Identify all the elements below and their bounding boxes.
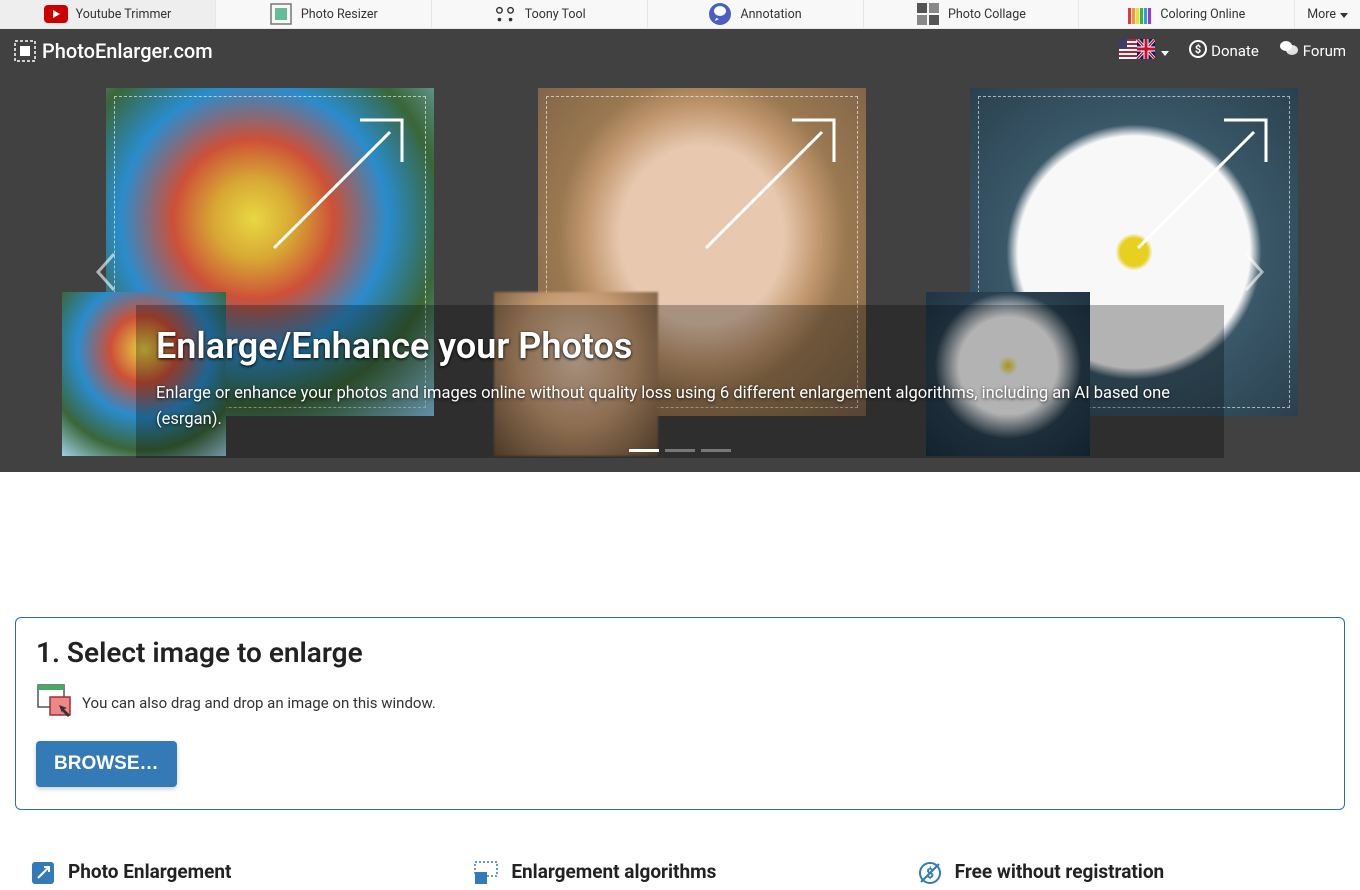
enlarge-square-icon [30,860,56,886]
tool-link-annotation[interactable]: Annotation [648,0,864,28]
header-bar: PhotoEnlarger.com $ Donate Forum [0,29,1360,72]
enlarge-arrow-icon [270,112,410,252]
donate-icon: $ [1189,40,1207,62]
carousel-subtitle: Enlarge or enhance your photos and image… [156,381,1204,432]
feature-title: Photo Enlargement [68,860,231,883]
caret-down-icon [1161,41,1169,60]
feature-title: Free without registration [955,860,1165,883]
drag-drop-icon [36,683,76,723]
brand-text: PhotoEnlarger.com [42,39,213,63]
select-hint: You can also drag and drop an image on t… [36,683,1324,723]
donate-label: Donate [1211,42,1259,60]
annotation-icon [708,2,732,26]
coloring-icon [1128,2,1152,26]
tool-label: Photo Resizer [301,7,378,22]
tool-label: Annotation [740,7,801,22]
tool-link-coloring-online[interactable]: Coloring Online [1079,0,1295,28]
tool-label: Toony Tool [525,7,586,22]
collage-icon [916,2,940,26]
chevron-left-icon [94,252,118,292]
browse-button[interactable]: BROWSE… [36,741,177,787]
forum-link[interactable]: Forum [1279,40,1346,62]
top-toolbar: Youtube Trimmer Photo Resizer Toony Tool… [0,0,1360,29]
carousel-next-button[interactable] [1234,252,1274,292]
feature-title: Enlargement algorithms [511,860,716,883]
carousel-title: Enlarge/Enhance your Photos [156,325,1204,367]
donate-link[interactable]: $ Donate [1189,40,1259,62]
carousel-prev-button[interactable] [86,252,126,292]
tool-link-toony-tool[interactable]: Toony Tool [432,0,648,28]
ad-spacer [0,472,1360,617]
tool-more-label: More [1307,7,1336,22]
forum-icon [1279,40,1299,62]
enlarge-arrow-icon [702,112,842,252]
select-hint-text: You can also drag and drop an image on t… [82,694,436,712]
youtube-icon [44,2,68,26]
header-right: $ Donate Forum [1119,39,1346,63]
features-row: Photo Enlargement Enlargement algorithms… [0,810,1360,886]
tool-link-photo-resizer[interactable]: Photo Resizer [216,0,432,28]
chevron-right-icon [1242,252,1266,292]
carousel-caption: Enlarge/Enhance your Photos Enlarge or e… [136,305,1224,458]
carousel-indicator-0[interactable] [629,449,659,452]
forum-label: Forum [1303,42,1346,60]
flag-us-uk-icon [1119,39,1155,63]
select-heading: 1. Select image to enlarge [36,636,1324,669]
carousel-indicator-2[interactable] [701,449,731,452]
tool-more-dropdown[interactable]: More [1295,0,1360,28]
select-image-panel: 1. Select image to enlarge You can also … [15,617,1345,810]
feature-enlargement-algorithms: Enlargement algorithms [473,860,886,886]
resize-icon [269,2,293,26]
brand-link[interactable]: PhotoEnlarger.com [14,39,213,63]
tool-label: Youtube Trimmer [76,7,172,22]
feature-photo-enlargement: Photo Enlargement [30,860,443,886]
feature-free: $ Free without registration [917,860,1330,886]
free-icon: $ [917,860,943,886]
algorithms-icon [473,860,499,886]
svg-text:$: $ [1195,43,1201,56]
language-selector[interactable] [1119,39,1169,63]
carousel-indicator-1[interactable] [665,449,695,452]
caret-down-icon [1340,7,1348,22]
carousel-indicators [629,449,731,452]
hero-carousel: Enlarge/Enhance your Photos Enlarge or e… [0,72,1360,472]
tool-link-photo-collage[interactable]: Photo Collage [864,0,1080,28]
tool-label: Coloring Online [1160,7,1245,22]
tool-label: Photo Collage [948,7,1026,22]
enlarge-arrow-icon [1134,112,1274,252]
tool-link-youtube-trimmer[interactable]: Youtube Trimmer [0,0,216,28]
toony-icon [493,2,517,26]
enlarge-logo-icon [14,40,36,62]
